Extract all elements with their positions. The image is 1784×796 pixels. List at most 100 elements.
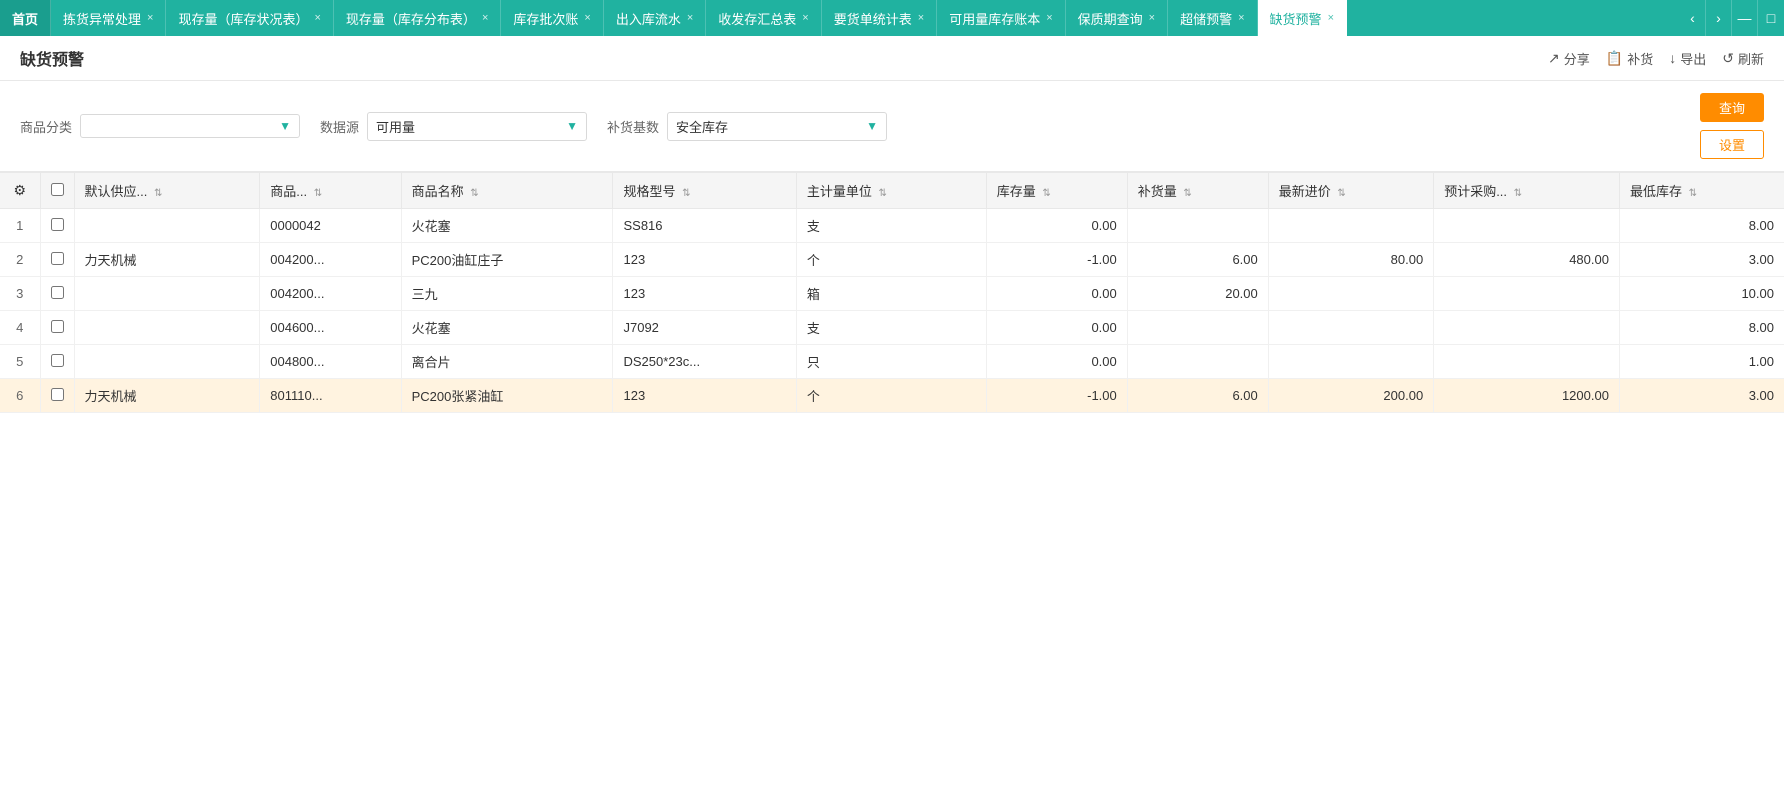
cell-replenish-4 xyxy=(1127,311,1268,345)
col-est-purchase[interactable]: 预计采购... ⇅ xyxy=(1434,173,1620,209)
row-checkbox-3[interactable] xyxy=(51,286,64,299)
tab-expire-label: 保质期查询 xyxy=(1078,9,1143,28)
table-row: 2 力天机械 004200... PC200油缸庄子 123 个 -1.00 6… xyxy=(0,243,1784,277)
row-checkbox-2[interactable] xyxy=(51,252,64,265)
export-button[interactable]: ↓ 导出 xyxy=(1669,49,1706,68)
gear-icon[interactable]: ⚙ xyxy=(13,182,26,199)
tab-batch[interactable]: 库存批次账 × xyxy=(501,0,603,36)
tab-home[interactable]: 首页 xyxy=(0,0,51,36)
tab-minimize-btn[interactable]: — xyxy=(1732,0,1758,36)
refresh-label: 刷新 xyxy=(1738,49,1764,68)
cell-min-stock-1: 8.00 xyxy=(1619,209,1784,243)
tab-stock2[interactable]: 现存量（库存分布表） × xyxy=(334,0,501,36)
col-spec[interactable]: 规格型号 ⇅ xyxy=(613,173,796,209)
row-checkbox-1[interactable] xyxy=(51,218,64,231)
col-product-code[interactable]: 商品... ⇅ xyxy=(260,173,401,209)
refresh-button[interactable]: ↺ 刷新 xyxy=(1722,49,1764,68)
tab-expire-close[interactable]: × xyxy=(1149,12,1155,24)
tab-next-btn[interactable]: › xyxy=(1706,0,1732,36)
data-table: ⚙ 默认供应... ⇅ 商品... ⇅ 商品名称 xyxy=(0,172,1784,413)
query-button[interactable]: 查询 xyxy=(1700,93,1764,122)
cell-supplier-2: 力天机械 xyxy=(74,243,260,277)
tab-pick[interactable]: 拣货异常处理 × xyxy=(51,0,166,36)
tab-order[interactable]: 要货单统计表 × xyxy=(822,0,937,36)
cell-product-code-2: 004200... xyxy=(260,243,401,277)
cell-no-4: 4 xyxy=(0,311,40,345)
cell-unit-5: 只 xyxy=(796,345,986,379)
col-min-stock-label: 最低库存 xyxy=(1630,184,1682,199)
select-all-checkbox[interactable] xyxy=(51,183,64,196)
cell-latest-price-2: 80.00 xyxy=(1268,243,1433,277)
col-min-stock[interactable]: 最低库存 ⇅ xyxy=(1619,173,1784,209)
cell-product-code-1: 0000042 xyxy=(260,209,401,243)
tab-prev-btn[interactable]: ‹ xyxy=(1680,0,1706,36)
tab-nav-group: ‹ › — □ xyxy=(1680,0,1784,36)
tab-overstock-close[interactable]: × xyxy=(1238,12,1244,24)
cell-product-name-5: 离合片 xyxy=(401,345,613,379)
cell-latest-price-1 xyxy=(1268,209,1433,243)
tab-shortage[interactable]: 缺货预警 × xyxy=(1258,0,1347,36)
tab-overstock-label: 超储预警 xyxy=(1180,9,1232,28)
replenish-button[interactable]: 📋 补货 xyxy=(1606,49,1653,68)
tab-overstock[interactable]: 超储预警 × xyxy=(1168,0,1257,36)
cell-product-code-3: 004200... xyxy=(260,277,401,311)
cell-no-3: 3 xyxy=(0,277,40,311)
col-latest-price[interactable]: 最新进价 ⇅ xyxy=(1268,173,1433,209)
datasource-select[interactable]: 可用量 ▼ xyxy=(367,112,587,141)
row-checkbox-4[interactable] xyxy=(51,320,64,333)
tab-summary[interactable]: 收发存汇总表 × xyxy=(706,0,821,36)
datasource-filter-group: 数据源 可用量 ▼ xyxy=(320,112,587,141)
replenish-base-label: 补货基数 xyxy=(607,117,659,136)
cell-min-stock-6: 3.00 xyxy=(1619,379,1784,413)
share-icon: ↗ xyxy=(1548,50,1560,67)
tab-pick-close[interactable]: × xyxy=(147,12,153,24)
replenish-base-arrow-icon: ▼ xyxy=(866,119,878,133)
col-supplier[interactable]: 默认供应... ⇅ xyxy=(74,173,260,209)
tab-summary-close[interactable]: × xyxy=(802,12,808,24)
col-min-stock-sort-icon: ⇅ xyxy=(1689,188,1697,199)
table-header-row: ⚙ 默认供应... ⇅ 商品... ⇅ 商品名称 xyxy=(0,173,1784,209)
tab-expire[interactable]: 保质期查询 × xyxy=(1066,0,1168,36)
row-checkbox-6[interactable] xyxy=(51,388,64,401)
tab-available-close[interactable]: × xyxy=(1046,12,1052,24)
col-gear: ⚙ xyxy=(0,173,40,209)
cell-est-purchase-4 xyxy=(1434,311,1620,345)
category-select[interactable]: ▼ xyxy=(80,114,300,138)
cell-product-name-6: PC200张紧油缸 xyxy=(401,379,613,413)
col-stock[interactable]: 库存量 ⇅ xyxy=(986,173,1127,209)
tab-order-label: 要货单统计表 xyxy=(834,9,912,28)
cell-stock-3: 0.00 xyxy=(986,277,1127,311)
row-checkbox-5[interactable] xyxy=(51,354,64,367)
replenish-label: 补货 xyxy=(1627,49,1653,68)
cell-est-purchase-1 xyxy=(1434,209,1620,243)
cell-checkbox-2 xyxy=(40,243,74,277)
col-unit[interactable]: 主计量单位 ⇅ xyxy=(796,173,986,209)
category-arrow-icon: ▼ xyxy=(279,119,291,133)
col-replenish[interactable]: 补货量 ⇅ xyxy=(1127,173,1268,209)
tab-order-close[interactable]: × xyxy=(918,12,924,24)
replenish-base-select[interactable]: 安全库存 ▼ xyxy=(667,112,887,141)
tab-batch-close[interactable]: × xyxy=(584,12,590,24)
tab-flow[interactable]: 出入库流水 × xyxy=(604,0,706,36)
tab-flow-close[interactable]: × xyxy=(687,12,693,24)
tab-shortage-close[interactable]: × xyxy=(1328,12,1334,24)
share-button[interactable]: ↗ 分享 xyxy=(1548,49,1590,68)
export-label: 导出 xyxy=(1680,49,1706,68)
tab-stock1-close[interactable]: × xyxy=(314,12,320,24)
col-latest-price-sort-icon: ⇅ xyxy=(1337,188,1345,199)
tab-available[interactable]: 可用量库存账本 × xyxy=(937,0,1065,36)
tab-maximize-btn[interactable]: □ xyxy=(1758,0,1784,36)
table-container: ⚙ 默认供应... ⇅ 商品... ⇅ 商品名称 xyxy=(0,172,1784,413)
category-filter-group: 商品分类 ▼ xyxy=(20,114,300,138)
tab-stock1[interactable]: 现存量（库存状况表） × xyxy=(166,0,333,36)
tab-stock2-close[interactable]: × xyxy=(482,12,488,24)
table-row: 3 004200... 三九 123 箱 0.00 20.00 10.00 xyxy=(0,277,1784,311)
setting-button[interactable]: 设置 xyxy=(1700,130,1764,159)
col-product-name[interactable]: 商品名称 ⇅ xyxy=(401,173,613,209)
cell-latest-price-5 xyxy=(1268,345,1433,379)
cell-product-code-5: 004800... xyxy=(260,345,401,379)
page-header: 缺货预警 ↗ 分享 📋 补货 ↓ 导出 ↺ 刷新 xyxy=(0,36,1784,81)
col-replenish-sort-icon: ⇅ xyxy=(1183,188,1191,199)
cell-min-stock-2: 3.00 xyxy=(1619,243,1784,277)
col-stock-sort-icon: ⇅ xyxy=(1042,188,1050,199)
